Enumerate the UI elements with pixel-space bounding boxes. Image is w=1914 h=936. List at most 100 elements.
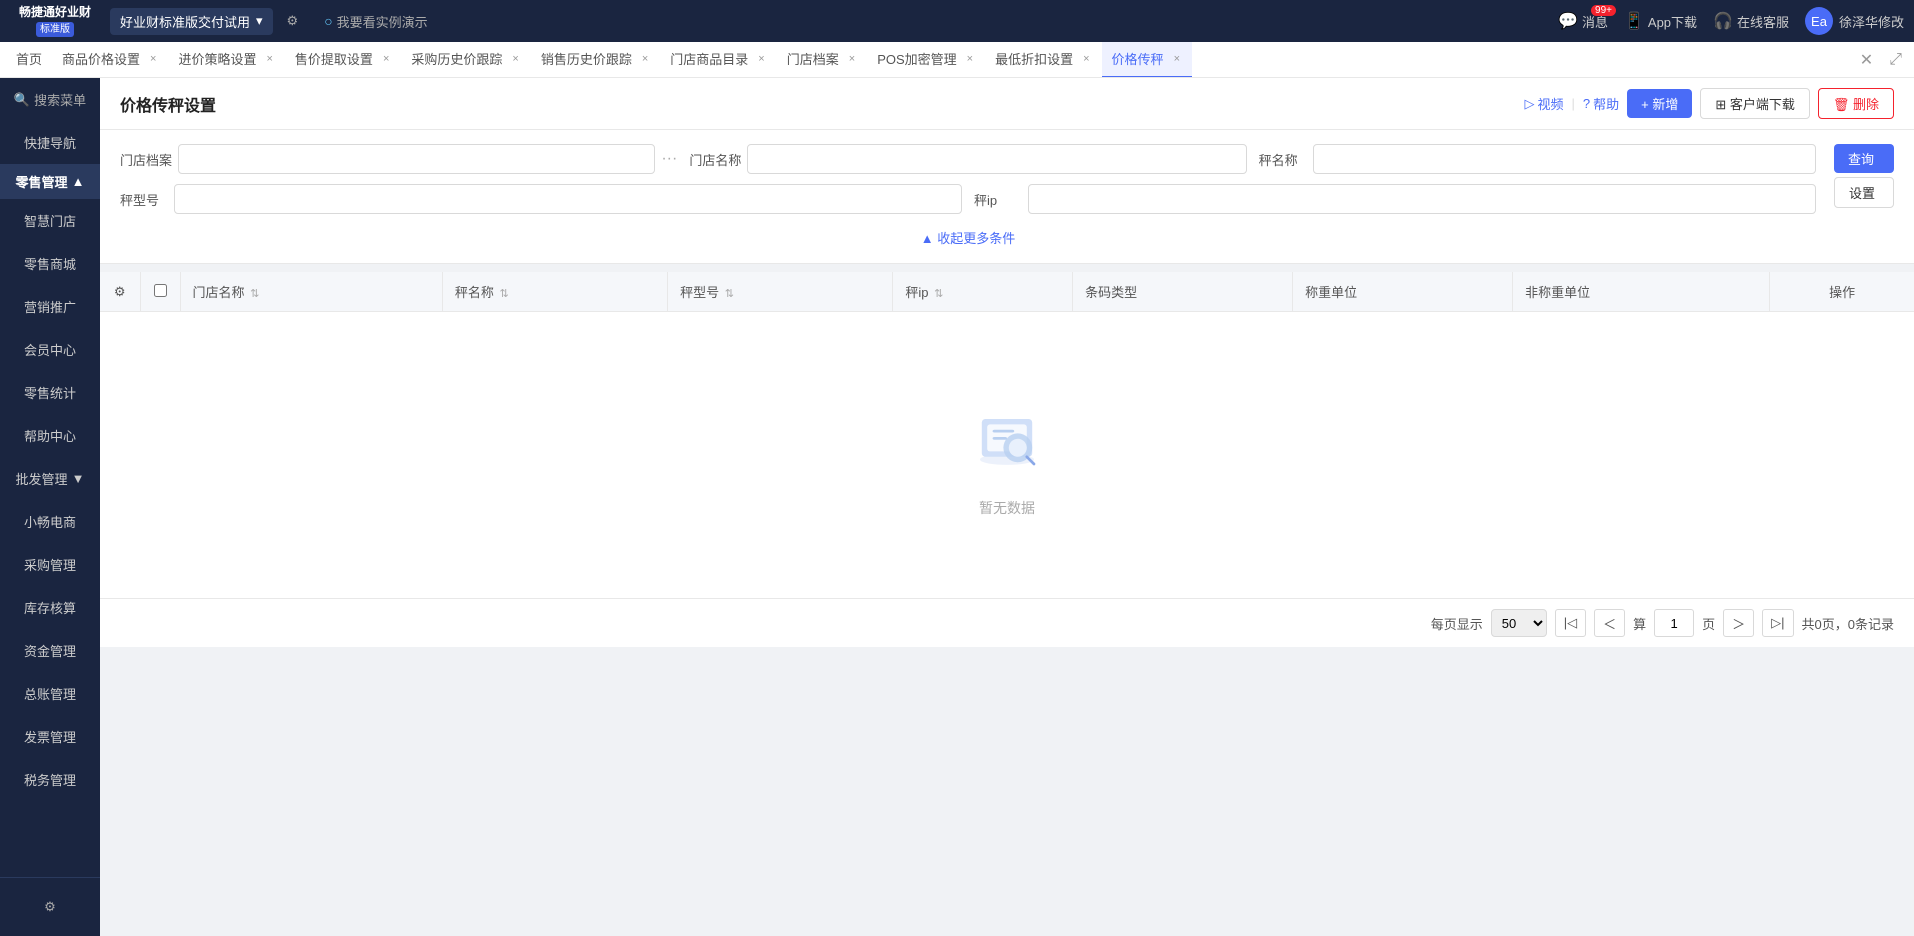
sidebar-item-retail-mall[interactable]: 零售商城	[0, 242, 100, 285]
next-page-btn[interactable]: ＞	[1723, 609, 1754, 637]
demo-circle-icon: ○	[324, 13, 332, 29]
sidebar-item-general-ledger[interactable]: 总账管理	[0, 672, 100, 715]
sidebar-settings-btn[interactable]: ⚙	[0, 888, 100, 926]
demo-btn[interactable]: ○ 我要看实例演示	[324, 12, 427, 31]
collapse-filter-label: ▲ 收起更多条件	[921, 228, 1015, 247]
chevron-down-icon: ▾	[256, 13, 263, 29]
store-name-input[interactable]	[747, 144, 1246, 174]
tab-price-scale[interactable]: 价格传秤 ×	[1102, 42, 1192, 78]
sort-store-name-icon[interactable]: ⇅	[250, 288, 259, 300]
th-operations-label: 操作	[1829, 285, 1855, 300]
app-download-item[interactable]: 📱 App下载	[1624, 11, 1697, 31]
page-actions: ▷ 视频 | ? 帮助 + 新增 ⊞ 客户端下载 🗑 删除	[1524, 88, 1894, 119]
scale-ip-label: 秤ip	[974, 190, 1022, 209]
sidebar-item-marketing[interactable]: 营销推广	[0, 285, 100, 328]
sidebar-item-finance[interactable]: 资金管理	[0, 629, 100, 672]
select-all-checkbox[interactable]	[154, 284, 167, 297]
sidebar-item-smart-store[interactable]: 智慧门店	[0, 199, 100, 242]
column-settings-icon: ⚙	[114, 284, 126, 299]
store-profile-input[interactable]	[178, 144, 655, 174]
th-store-name: 门店名称 ⇅	[180, 272, 442, 312]
delete-btn[interactable]: 🗑 删除	[1818, 88, 1894, 119]
scale-name-input[interactable]	[1313, 144, 1816, 174]
settings-icon-btn[interactable]: ⚙	[281, 10, 305, 32]
tab-purchase-history[interactable]: 采购历史价跟踪 ×	[401, 42, 530, 78]
tab-price-settings[interactable]: 商品价格设置 ×	[52, 42, 168, 78]
tab-close-all-btn[interactable]: ✕	[1854, 48, 1879, 72]
tab-store-catalog-close[interactable]: ×	[756, 53, 766, 65]
scale-ip-input[interactable]	[1028, 184, 1816, 214]
empty-text: 暂无数据	[979, 498, 1035, 518]
tab-store-profile[interactable]: 门店档案 ×	[777, 42, 867, 78]
sidebar-search-btn[interactable]: 🔍 搜索菜单	[6, 86, 94, 113]
video-link[interactable]: ▷ 视频	[1524, 94, 1563, 113]
message-item[interactable]: 💬 消息 99+	[1558, 11, 1608, 31]
sidebar-item-wholesale-mgmt-label: 批发管理	[16, 469, 68, 488]
help-link[interactable]: ? 帮助	[1583, 94, 1619, 113]
version-dropdown[interactable]: 好业财标准版交付试用 ▾	[110, 8, 273, 35]
user-item[interactable]: Ea 徐泽华修改	[1805, 7, 1904, 35]
sidebar-item-help-center[interactable]: 帮助中心	[0, 414, 100, 457]
tab-home[interactable]: 首页	[6, 42, 52, 78]
store-name-label: 门店名称	[689, 150, 741, 169]
add-btn[interactable]: + 新增	[1627, 89, 1692, 118]
online-service-item[interactable]: 🎧 在线客服	[1713, 11, 1789, 31]
last-page-btn[interactable]: ▷|	[1762, 609, 1793, 637]
tab-purchase-strategy-close[interactable]: ×	[264, 53, 274, 65]
sidebar-item-retail-mgmt[interactable]: 零售管理 ▲	[0, 164, 100, 199]
scale-model-input[interactable]	[174, 184, 962, 214]
sidebar-item-wholesale-mgmt[interactable]: 批发管理 ▼	[0, 457, 100, 500]
sidebar-item-invoice-mgmt[interactable]: 发票管理	[0, 715, 100, 758]
tab-bar: 首页 商品价格设置 × 进价策略设置 × 售价提取设置 × 采购历史价跟踪 × …	[0, 42, 1914, 78]
tab-sale-history-label: 销售历史价跟踪	[541, 49, 632, 68]
sort-scale-ip-icon[interactable]: ⇅	[934, 288, 943, 300]
tab-sale-history-close[interactable]: ×	[640, 53, 650, 65]
th-scale-model: 秤型号 ⇅	[668, 272, 893, 312]
th-settings[interactable]: ⚙	[100, 272, 140, 312]
add-btn-label: + 新增	[1641, 94, 1678, 113]
sidebar-item-member-center-label: 会员中心	[24, 340, 76, 359]
tab-store-catalog[interactable]: 门店商品目录 ×	[660, 42, 776, 78]
tab-min-discount-close[interactable]: ×	[1081, 53, 1091, 65]
tab-sale-price[interactable]: 售价提取设置 ×	[285, 42, 401, 78]
th-checkbox[interactable]	[140, 272, 180, 312]
download-btn[interactable]: ⊞ 客户端下载	[1700, 88, 1810, 119]
collapse-filter-btn[interactable]: ▲ 收起更多条件	[913, 224, 1023, 251]
main-content: 价格传秤设置 ▷ 视频 | ? 帮助 + 新增 ⊞ 客户端下载 🗑	[100, 78, 1914, 936]
tab-purchase-history-close[interactable]: ×	[510, 53, 520, 65]
sidebar-item-retail-stats[interactable]: 零售统计	[0, 371, 100, 414]
tab-pos-management-label: POS加密管理	[877, 49, 956, 68]
sidebar-item-xiao-chang[interactable]: 小畅电商	[0, 500, 100, 543]
query-btn[interactable]: 查询	[1834, 144, 1894, 173]
th-weight-unit-label: 称重单位	[1305, 285, 1357, 300]
sort-scale-model-icon[interactable]: ⇅	[725, 288, 734, 300]
sidebar-item-purchase-mgmt[interactable]: 采购管理	[0, 543, 100, 586]
tab-home-label: 首页	[16, 49, 42, 68]
tab-expand-btn[interactable]: ⤢	[1883, 49, 1908, 71]
sidebar-item-tax-mgmt[interactable]: 税务管理	[0, 758, 100, 801]
tab-sale-price-close[interactable]: ×	[381, 53, 391, 65]
tab-price-scale-close[interactable]: ×	[1172, 53, 1182, 65]
tab-pos-management-close[interactable]: ×	[965, 53, 975, 65]
empty-icon	[962, 392, 1052, 482]
sidebar-item-retail-stats-label: 零售统计	[24, 383, 76, 402]
sidebar-item-member-center[interactable]: 会员中心	[0, 328, 100, 371]
page-input[interactable]	[1654, 609, 1694, 637]
th-weight-unit: 称重单位	[1293, 272, 1513, 312]
more-options-icon[interactable]: ···	[661, 150, 677, 168]
sidebar-item-inventory[interactable]: 库存核算	[0, 586, 100, 629]
tab-pos-management[interactable]: POS加密管理 ×	[867, 42, 985, 78]
tab-store-profile-close[interactable]: ×	[847, 53, 857, 65]
query-btn-label: 查询	[1848, 149, 1874, 168]
setup-btn[interactable]: 设置	[1834, 177, 1894, 208]
prev-page-btn[interactable]: ＜	[1594, 609, 1625, 637]
tab-sale-history[interactable]: 销售历史价跟踪 ×	[531, 42, 660, 78]
first-page-btn[interactable]: |◁	[1555, 609, 1586, 637]
sort-scale-name-icon[interactable]: ⇅	[500, 288, 509, 300]
tab-min-discount[interactable]: 最低折扣设置 ×	[985, 42, 1101, 78]
tab-price-settings-close[interactable]: ×	[148, 53, 158, 65]
tab-purchase-strategy[interactable]: 进价策略设置 ×	[168, 42, 284, 78]
sidebar-nav-label: 快捷导航	[0, 121, 100, 164]
th-scale-model-label: 秤型号	[680, 285, 719, 300]
per-page-select[interactable]: 10 20 50 100	[1491, 609, 1547, 637]
